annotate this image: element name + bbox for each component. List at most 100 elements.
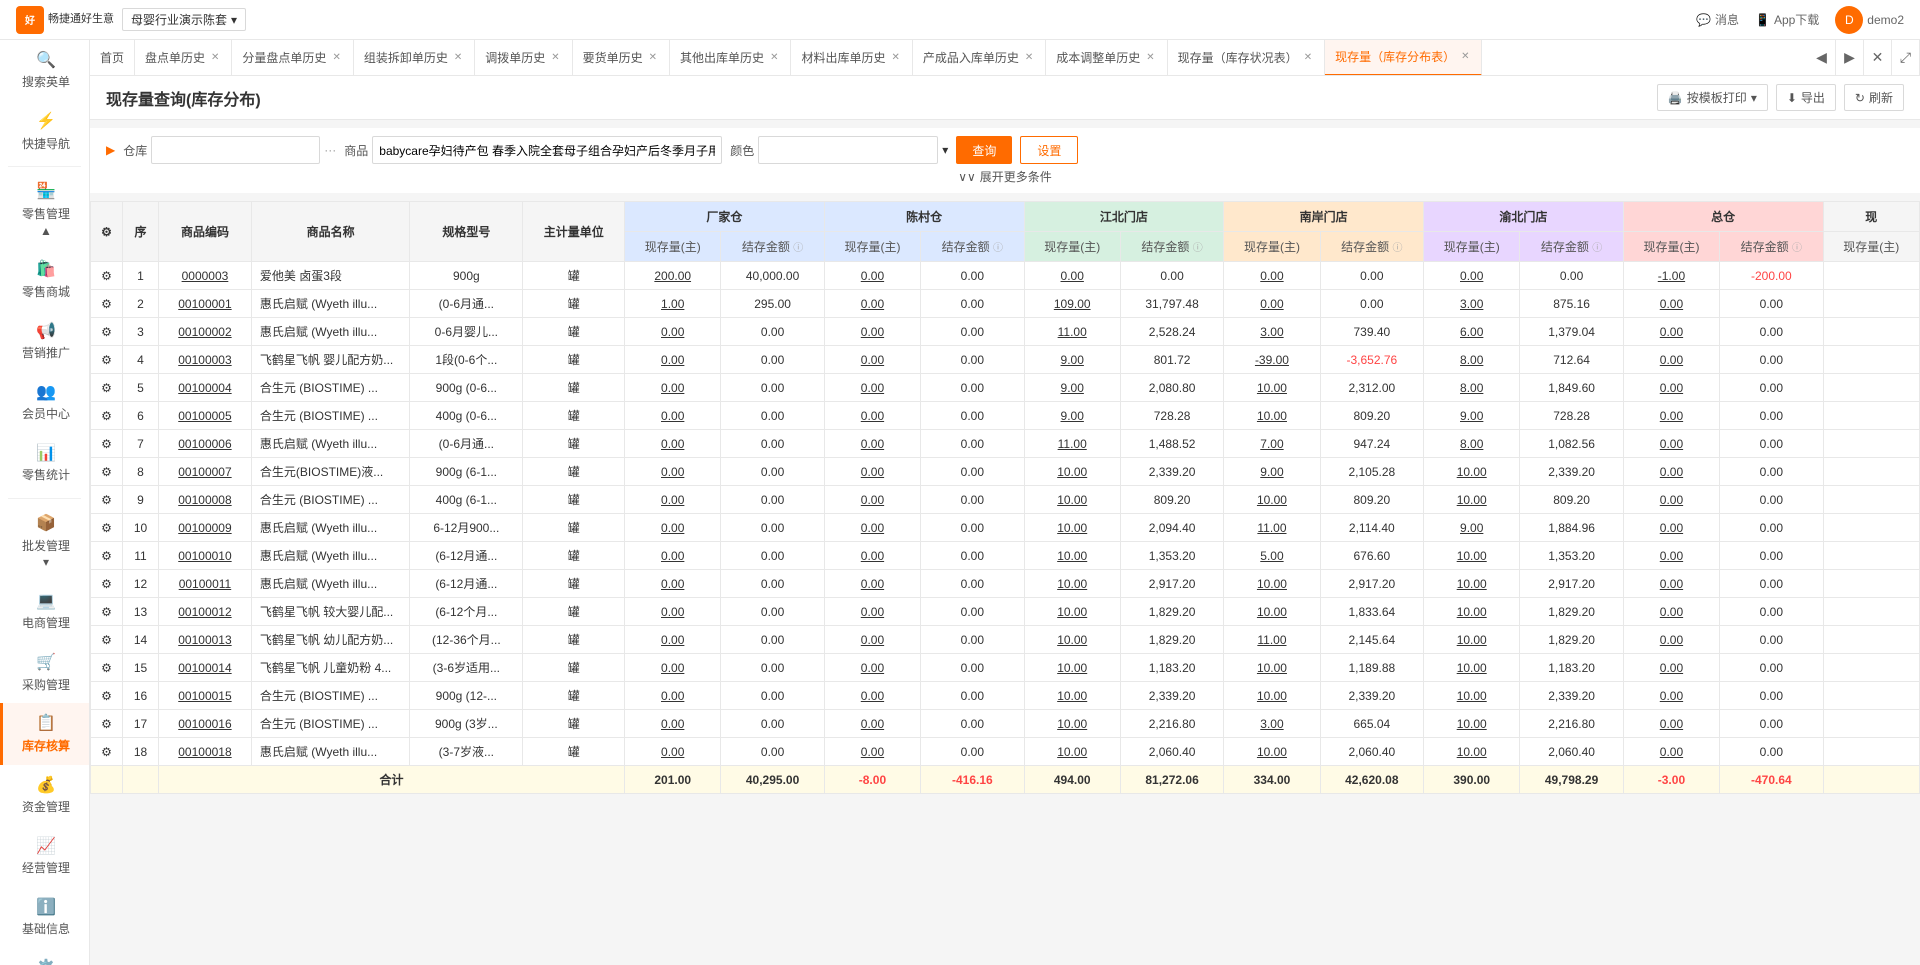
- app-download-btn[interactable]: 📱 App下载: [1755, 11, 1819, 28]
- col-total-qty[interactable]: 0.00: [1623, 290, 1719, 318]
- col-factory-qty[interactable]: 0.00: [625, 626, 721, 654]
- col-code[interactable]: 00100009: [159, 514, 252, 542]
- col-nanan-qty[interactable]: 0.00: [1224, 262, 1320, 290]
- col-name[interactable]: 惠氏启赋 (Wyeth illu...: [251, 318, 409, 346]
- col-factory-qty[interactable]: 0.00: [625, 430, 721, 458]
- tab-close-icon[interactable]: ✕: [1023, 52, 1035, 63]
- col-chencun-qty[interactable]: 0.00: [824, 402, 920, 430]
- org-selector[interactable]: 母婴行业演示陈套 ▾: [122, 8, 246, 31]
- tab-order[interactable]: 要货单历史 ✕: [573, 40, 670, 76]
- col-name[interactable]: 飞鹤星飞帆 婴儿配方奶...: [251, 346, 409, 374]
- col-nanan-qty[interactable]: 5.00: [1224, 542, 1320, 570]
- col-yubei-qty[interactable]: 8.00: [1424, 346, 1520, 374]
- col-jiangbei-qty[interactable]: 9.00: [1024, 374, 1120, 402]
- col-jiangbei-qty[interactable]: 10.00: [1024, 486, 1120, 514]
- tab-other-out[interactable]: 其他出库单历史 ✕: [670, 40, 791, 76]
- col-nanan-qty[interactable]: 11.00: [1224, 514, 1320, 542]
- sidebar-item-wholesale[interactable]: 📦 批发管理 ▾: [0, 503, 89, 581]
- col-code[interactable]: 0000003: [159, 262, 252, 290]
- col-total-qty[interactable]: 0.00: [1623, 598, 1719, 626]
- col-total-qty[interactable]: 0.00: [1623, 682, 1719, 710]
- col-name[interactable]: 合生元 (BIOSTIME) ...: [251, 374, 409, 402]
- col-nanan-qty[interactable]: 10.00: [1224, 402, 1320, 430]
- col-chencun-qty[interactable]: 0.00: [824, 738, 920, 766]
- col-nanan-qty[interactable]: 7.00: [1224, 430, 1320, 458]
- col-code[interactable]: 00100015: [159, 682, 252, 710]
- col-yubei-qty[interactable]: 10.00: [1424, 682, 1520, 710]
- col-total-qty[interactable]: 0.00: [1623, 626, 1719, 654]
- col-name[interactable]: 合生元(BIOSTIME)液...: [251, 458, 409, 486]
- col-jiangbei-qty[interactable]: 10.00: [1024, 598, 1120, 626]
- col-factory-qty[interactable]: 1.00: [625, 290, 721, 318]
- col-gear[interactable]: ⚙: [91, 626, 123, 654]
- col-jiangbei-qty[interactable]: 10.00: [1024, 682, 1120, 710]
- col-code[interactable]: 00100013: [159, 626, 252, 654]
- col-gear[interactable]: ⚙: [91, 514, 123, 542]
- tab-close-icon[interactable]: ✕: [889, 52, 901, 63]
- col-jiangbei-qty[interactable]: 9.00: [1024, 346, 1120, 374]
- col-chencun-qty[interactable]: 0.00: [824, 346, 920, 374]
- col-jiangbei-qty[interactable]: 0.00: [1024, 262, 1120, 290]
- sidebar-item-marketing[interactable]: 📢 营销推广: [0, 311, 89, 372]
- col-yubei-qty[interactable]: 10.00: [1424, 626, 1520, 654]
- col-factory-qty[interactable]: 0.00: [625, 318, 721, 346]
- col-total-qty[interactable]: 0.00: [1623, 738, 1719, 766]
- col-gear[interactable]: ⚙: [91, 374, 123, 402]
- col-total-qty[interactable]: 0.00: [1623, 514, 1719, 542]
- col-name[interactable]: 合生元 (BIOSTIME) ...: [251, 710, 409, 738]
- tab-inventory-check[interactable]: 盘点单历史 ✕: [135, 40, 232, 76]
- tab-close-icon[interactable]: ✕: [1459, 51, 1471, 62]
- search-btn[interactable]: 查询: [956, 136, 1012, 164]
- col-gear[interactable]: ⚙: [91, 598, 123, 626]
- col-nanan-qty[interactable]: 11.00: [1224, 626, 1320, 654]
- tab-stock-status[interactable]: 现存量（库存状况表） ✕: [1168, 40, 1325, 76]
- tab-stock-dist[interactable]: 现存量（库存分布表） ✕: [1325, 40, 1482, 76]
- col-chencun-qty[interactable]: 0.00: [824, 598, 920, 626]
- col-total-qty[interactable]: 0.00: [1623, 654, 1719, 682]
- col-nanan-qty[interactable]: 3.00: [1224, 710, 1320, 738]
- col-name[interactable]: 爱他美 卤蛋3段: [251, 262, 409, 290]
- col-nanan-qty[interactable]: 10.00: [1224, 682, 1320, 710]
- tab-prev-btn[interactable]: ◀: [1808, 40, 1836, 76]
- col-name[interactable]: 惠氏启赋 (Wyeth illu...: [251, 738, 409, 766]
- col-total-qty[interactable]: 0.00: [1623, 542, 1719, 570]
- col-yubei-qty[interactable]: 10.00: [1424, 654, 1520, 682]
- col-code[interactable]: 00100011: [159, 570, 252, 598]
- col-factory-qty[interactable]: 0.00: [625, 374, 721, 402]
- col-gear[interactable]: ⚙: [91, 262, 123, 290]
- search-expand-btn[interactable]: ▶: [106, 143, 115, 157]
- col-name[interactable]: 惠氏启赋 (Wyeth illu...: [251, 542, 409, 570]
- col-gear[interactable]: ⚙: [91, 430, 123, 458]
- col-nanan-qty[interactable]: 10.00: [1224, 654, 1320, 682]
- col-name[interactable]: 合生元 (BIOSTIME) ...: [251, 682, 409, 710]
- col-total-qty[interactable]: 0.00: [1623, 486, 1719, 514]
- sidebar-item-ecommerce[interactable]: 💻 电商管理: [0, 581, 89, 642]
- col-jiangbei-qty[interactable]: 10.00: [1024, 514, 1120, 542]
- tab-close-icon[interactable]: ✕: [549, 52, 561, 63]
- col-chencun-qty[interactable]: 0.00: [824, 430, 920, 458]
- col-code[interactable]: 00100004: [159, 374, 252, 402]
- col-gear[interactable]: ⚙: [91, 682, 123, 710]
- col-gear[interactable]: ⚙: [91, 570, 123, 598]
- user-profile[interactable]: D demo2: [1835, 6, 1904, 34]
- print-btn[interactable]: 🖨️ 按模板打印 ▾: [1657, 84, 1768, 111]
- col-code[interactable]: 00100007: [159, 458, 252, 486]
- goods-input[interactable]: [372, 136, 722, 164]
- col-gear[interactable]: ⚙: [91, 318, 123, 346]
- settings-btn[interactable]: 设置: [1020, 136, 1078, 164]
- col-code[interactable]: 00100016: [159, 710, 252, 738]
- col-factory-qty[interactable]: 0.00: [625, 458, 721, 486]
- col-nanan-qty[interactable]: 10.00: [1224, 570, 1320, 598]
- col-name[interactable]: 飞鹤星飞帆 较大婴儿配...: [251, 598, 409, 626]
- col-code[interactable]: 00100003: [159, 346, 252, 374]
- col-total-qty[interactable]: 0.00: [1623, 346, 1719, 374]
- col-factory-qty[interactable]: 0.00: [625, 654, 721, 682]
- tab-home[interactable]: 首页: [90, 40, 135, 76]
- col-yubei-qty[interactable]: 10.00: [1424, 570, 1520, 598]
- warehouse-picker-btn[interactable]: ···: [324, 143, 336, 157]
- tab-close-icon[interactable]: ✕: [768, 52, 780, 63]
- col-jiangbei-qty[interactable]: 10.00: [1024, 626, 1120, 654]
- tab-expand-btn[interactable]: ⤢: [1892, 40, 1920, 76]
- col-gear[interactable]: ⚙: [91, 290, 123, 318]
- col-nanan-qty[interactable]: 3.00: [1224, 318, 1320, 346]
